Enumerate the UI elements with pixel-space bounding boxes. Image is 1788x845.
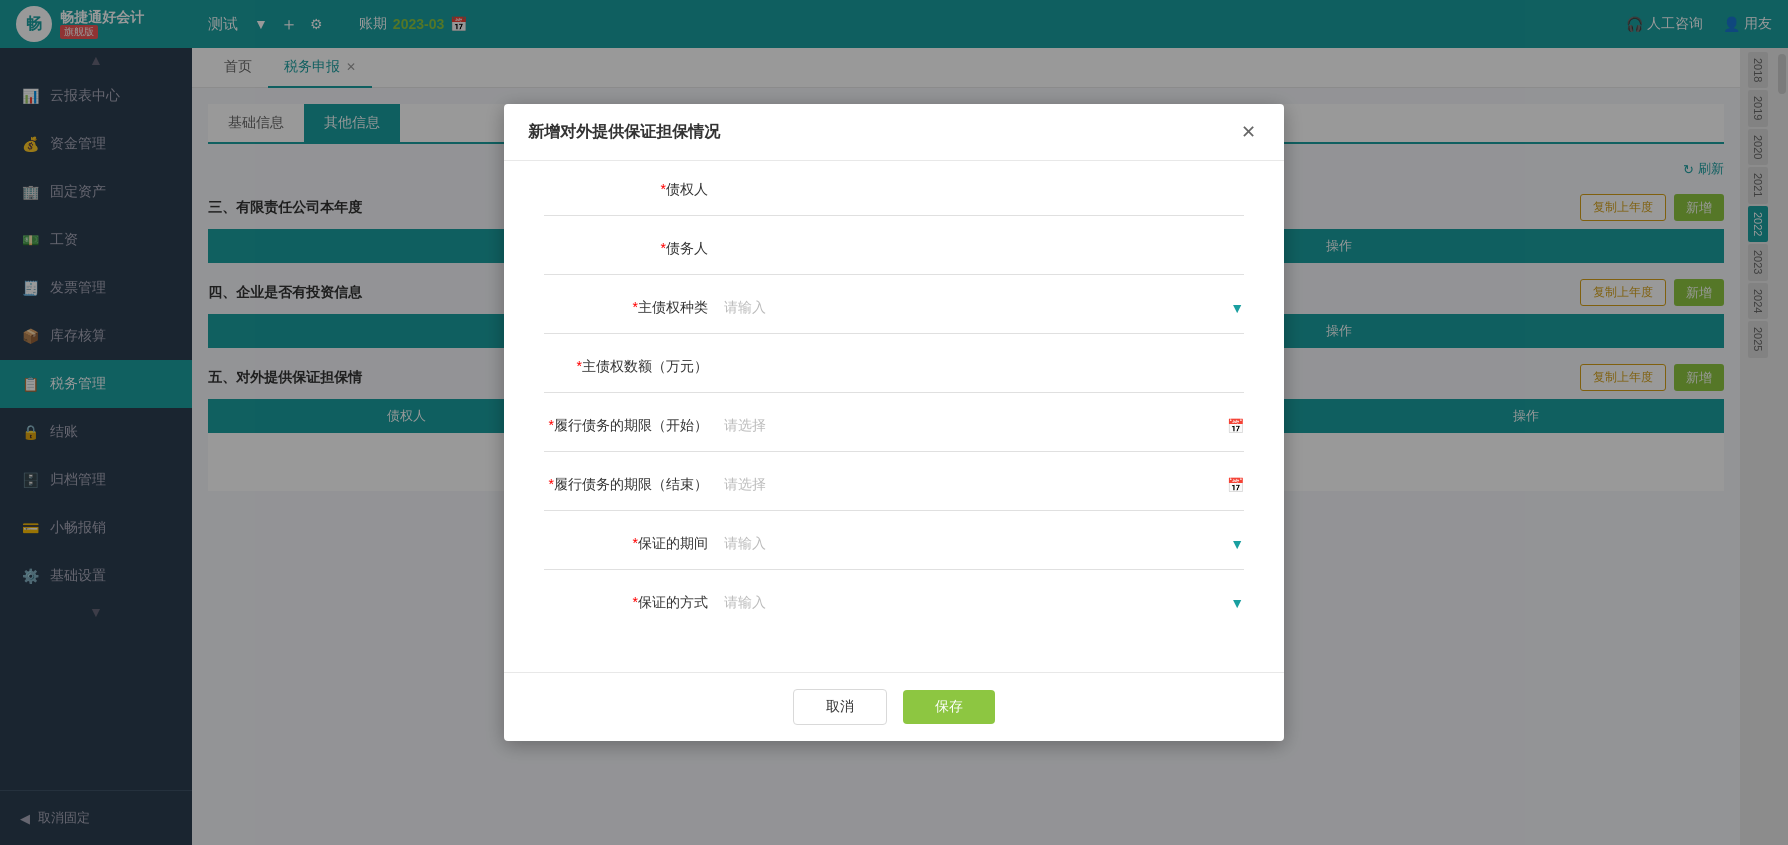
claim-amount-required-mark: *	[577, 358, 582, 374]
claim-amount-input[interactable]	[724, 359, 1244, 375]
guarantee-method-field[interactable]: 请输入 ▼	[724, 594, 1244, 612]
modal-footer: 取消 保存	[504, 672, 1284, 741]
claim-type-chevron-icon: ▼	[1230, 300, 1244, 316]
modal-overlay: 新增对外提供保证担保情况 ✕ *债权人 *债务人	[0, 0, 1788, 845]
save-button[interactable]: 保存	[903, 690, 995, 724]
guarantee-method-label: *保证的方式	[544, 594, 724, 612]
guarantee-period-required-mark: *	[633, 535, 638, 551]
creditor-field	[724, 182, 1244, 198]
period-start-label: *履行债务的期限（开始）	[544, 417, 724, 435]
claim-type-label: *主债权种类	[544, 299, 724, 317]
creditor-input[interactable]	[724, 182, 1244, 198]
debtor-field	[724, 241, 1244, 257]
modal-header: 新增对外提供保证担保情况 ✕	[504, 104, 1284, 161]
period-end-placeholder: 请选择	[724, 476, 766, 494]
modal-dialog: 新增对外提供保证担保情况 ✕ *债权人 *债务人	[504, 104, 1284, 741]
form-row-period-end: *履行债务的期限（结束） 请选择 📅	[544, 476, 1244, 511]
form-row-claim-type: *主债权种类 请输入 ▼	[544, 299, 1244, 334]
modal-close-btn[interactable]: ✕	[1236, 120, 1260, 144]
modal-title: 新增对外提供保证担保情况	[528, 122, 720, 143]
claim-amount-label: *主债权数额（万元）	[544, 358, 724, 376]
claim-type-placeholder: 请输入	[724, 299, 766, 317]
guarantee-period-chevron-icon: ▼	[1230, 536, 1244, 552]
form-row-creditor: *债权人	[544, 181, 1244, 216]
debtor-required-mark: *	[661, 240, 666, 256]
guarantee-method-chevron-icon: ▼	[1230, 595, 1244, 611]
period-end-label: *履行债务的期限（结束）	[544, 476, 724, 494]
form-row-guarantee-method: *保证的方式 请输入 ▼	[544, 594, 1244, 628]
guarantee-period-field[interactable]: 请输入 ▼	[724, 535, 1244, 553]
guarantee-period-label: *保证的期间	[544, 535, 724, 553]
modal-body: *债权人 *债务人 *主债权种类	[504, 161, 1284, 672]
guarantee-method-placeholder: 请输入	[724, 594, 766, 612]
claim-type-field[interactable]: 请输入 ▼	[724, 299, 1244, 317]
period-start-calendar-icon: 📅	[1227, 418, 1244, 434]
form-row-debtor: *债务人	[544, 240, 1244, 275]
debtor-label: *债务人	[544, 240, 724, 258]
period-start-required-mark: *	[549, 417, 554, 433]
creditor-label: *债权人	[544, 181, 724, 199]
period-end-calendar-icon: 📅	[1227, 477, 1244, 493]
period-start-field[interactable]: 请选择 📅	[724, 417, 1244, 435]
guarantee-method-required-mark: *	[633, 594, 638, 610]
cancel-button[interactable]: 取消	[793, 689, 887, 725]
form-row-period-start: *履行债务的期限（开始） 请选择 📅	[544, 417, 1244, 452]
claim-amount-field	[724, 359, 1244, 375]
period-end-required-mark: *	[549, 476, 554, 492]
period-end-field[interactable]: 请选择 📅	[724, 476, 1244, 494]
debtor-input[interactable]	[724, 241, 1244, 257]
form-row-claim-amount: *主债权数额（万元）	[544, 358, 1244, 393]
period-start-placeholder: 请选择	[724, 417, 766, 435]
claim-type-required-mark: *	[633, 299, 638, 315]
form-row-guarantee-period: *保证的期间 请输入 ▼	[544, 535, 1244, 570]
guarantee-period-placeholder: 请输入	[724, 535, 766, 553]
creditor-required-mark: *	[661, 181, 666, 197]
